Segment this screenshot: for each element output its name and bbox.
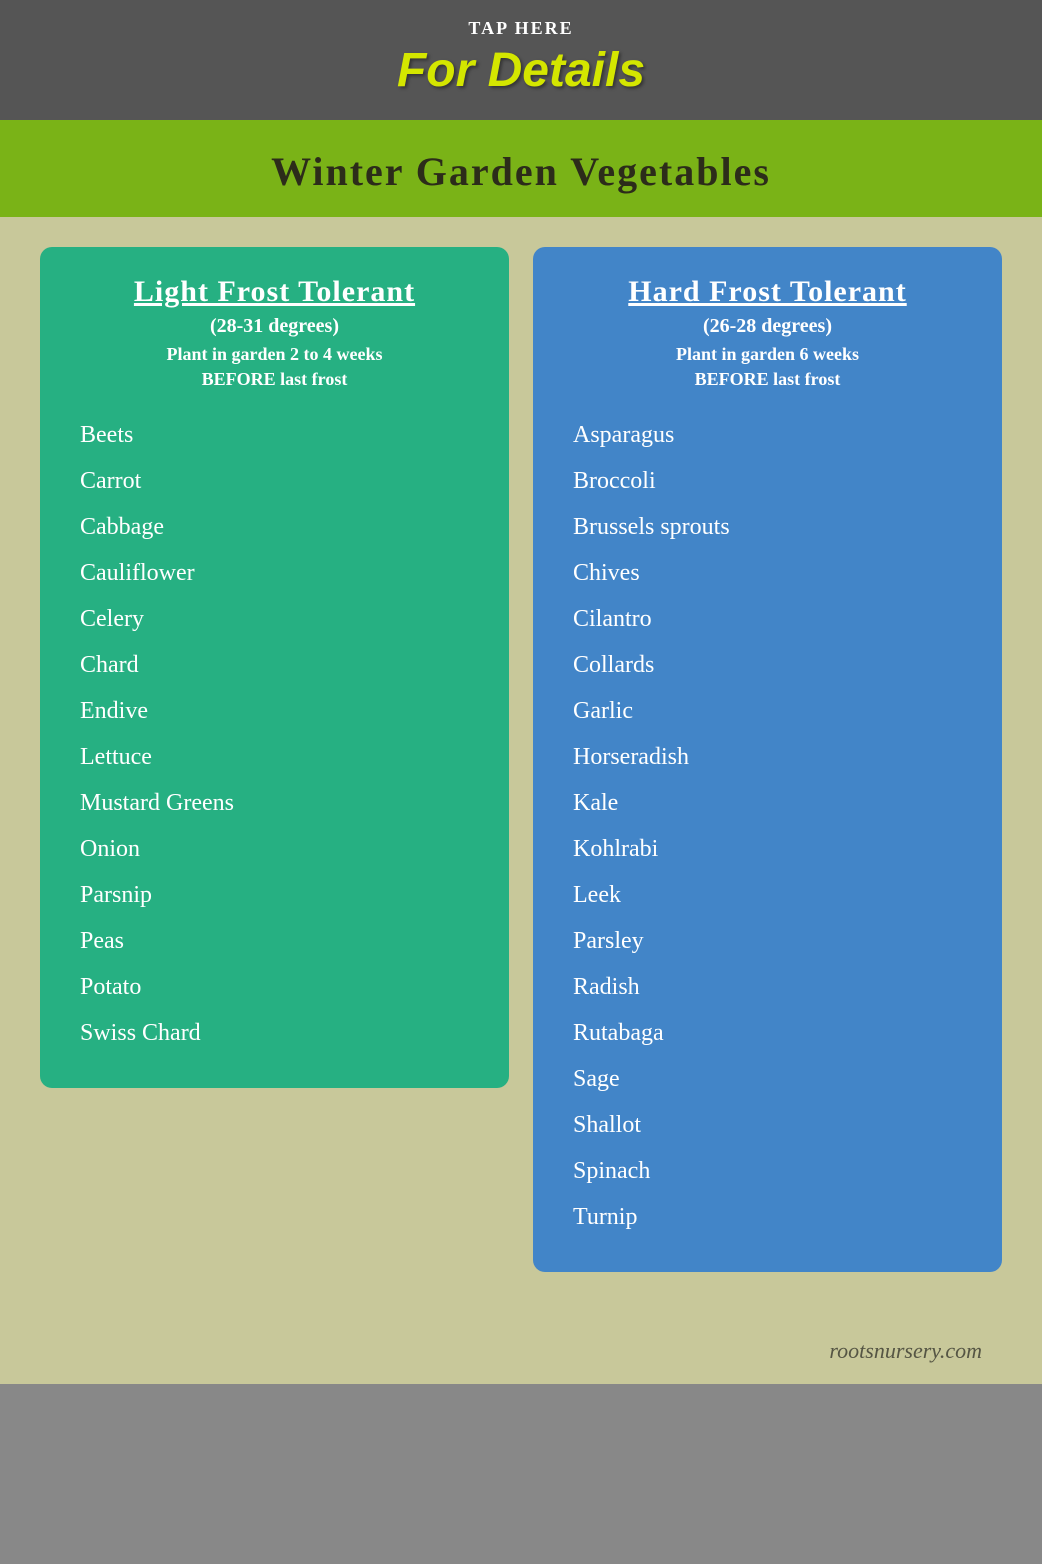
light-frost-degrees: (28-31 degrees) <box>72 315 477 338</box>
hard-frost-panel: Hard Frost Tolerant (26-28 degrees) Plan… <box>533 247 1002 1272</box>
list-item: Spinach <box>565 1148 970 1194</box>
list-item: Cabbage <box>72 504 477 550</box>
list-item: Endive <box>72 688 477 734</box>
list-item: Potato <box>72 964 477 1010</box>
list-item: Carrot <box>72 458 477 504</box>
title-section: Winter Garden Vegetables <box>0 120 1042 217</box>
list-item: Peas <box>72 918 477 964</box>
list-item: Brussels sprouts <box>565 504 970 550</box>
list-item: Turnip <box>565 1194 970 1240</box>
list-item: Onion <box>72 826 477 872</box>
list-item: Kohlrabi <box>565 826 970 872</box>
list-item: Parsley <box>565 918 970 964</box>
hard-frost-desc: Plant in garden 6 weeks BEFORE last fros… <box>565 342 970 392</box>
list-item: Broccoli <box>565 458 970 504</box>
header-banner: TAP HERE For Details <box>0 0 1042 120</box>
list-item: Rutabaga <box>565 1010 970 1056</box>
hard-frost-title: Hard Frost Tolerant <box>565 275 970 309</box>
hard-frost-list: AsparagusBroccoliBrussels sproutsChivesC… <box>565 412 970 1240</box>
list-item: Collards <box>565 642 970 688</box>
light-frost-title: Light Frost Tolerant <box>72 275 477 309</box>
footer-url: rootsnursery.com <box>829 1338 982 1363</box>
footer: rootsnursery.com <box>0 1328 1042 1384</box>
hard-frost-line2: BEFORE last frost <box>695 369 841 389</box>
list-item: Chard <box>72 642 477 688</box>
for-details-label[interactable]: For Details <box>397 44 645 97</box>
list-item: Kale <box>565 780 970 826</box>
list-item: Horseradish <box>565 734 970 780</box>
light-frost-list: BeetsCarrotCabbageCauliflowerCeleryChard… <box>72 412 477 1056</box>
list-item: Cilantro <box>565 596 970 642</box>
bottom-space <box>0 1384 1042 1564</box>
list-item: Sage <box>565 1056 970 1102</box>
page-title: Winter Garden Vegetables <box>40 148 1002 195</box>
list-item: Celery <box>72 596 477 642</box>
light-frost-line2: BEFORE last frost <box>202 369 348 389</box>
light-frost-line1: Plant in garden 2 to 4 weeks <box>167 344 383 364</box>
list-item: Asparagus <box>565 412 970 458</box>
list-item: Leek <box>565 872 970 918</box>
light-frost-desc: Plant in garden 2 to 4 weeks BEFORE last… <box>72 342 477 392</box>
hard-frost-degrees: (26-28 degrees) <box>565 315 970 338</box>
tap-here-label: TAP HERE <box>0 18 1042 39</box>
list-item: Beets <box>72 412 477 458</box>
list-item: Cauliflower <box>72 550 477 596</box>
list-item: Garlic <box>565 688 970 734</box>
list-item: Shallot <box>565 1102 970 1148</box>
columns-container: Light Frost Tolerant (28-31 degrees) Pla… <box>40 247 1002 1272</box>
list-item: Swiss Chard <box>72 1010 477 1056</box>
main-content: Light Frost Tolerant (28-31 degrees) Pla… <box>0 217 1042 1328</box>
list-item: Lettuce <box>72 734 477 780</box>
list-item: Radish <box>565 964 970 1010</box>
list-item: Mustard Greens <box>72 780 477 826</box>
list-item: Chives <box>565 550 970 596</box>
list-item: Parsnip <box>72 872 477 918</box>
light-frost-panel: Light Frost Tolerant (28-31 degrees) Pla… <box>40 247 509 1088</box>
hard-frost-line1: Plant in garden 6 weeks <box>676 344 859 364</box>
